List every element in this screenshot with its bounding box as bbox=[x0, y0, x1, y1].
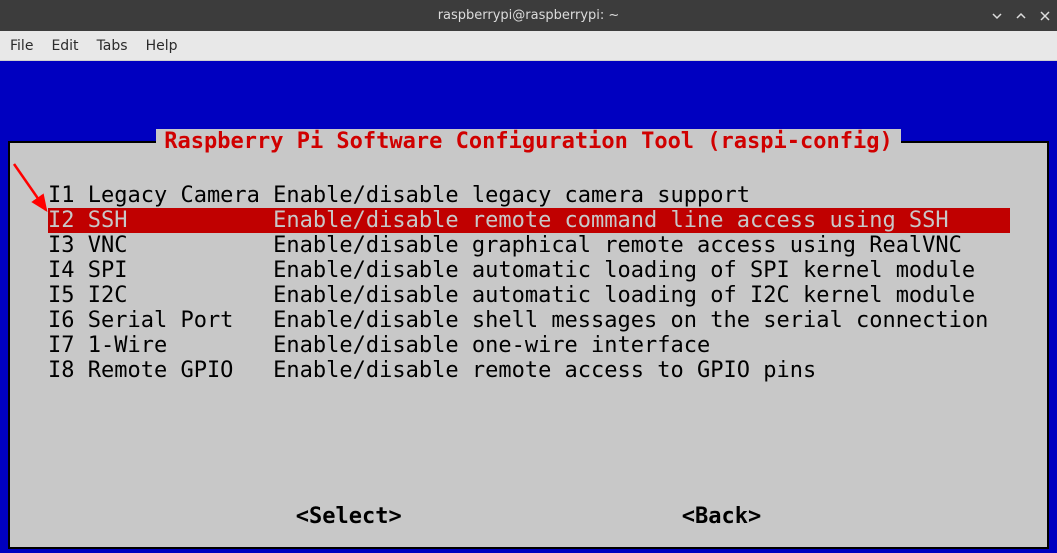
menu-item-i6[interactable]: I6 Serial Port Enable/disable shell mess… bbox=[48, 308, 1010, 333]
dialog-title-text: Raspberry Pi Software Configuration Tool… bbox=[156, 129, 900, 154]
window-titlebar: raspberrypi@raspberrypi: ~ bbox=[0, 0, 1057, 31]
back-button[interactable]: <Back> bbox=[682, 504, 761, 529]
menu-edit[interactable]: Edit bbox=[51, 38, 78, 54]
dialog-button-row: <Select> <Back> bbox=[10, 504, 1047, 529]
dialog-title: Raspberry Pi Software Configuration Tool… bbox=[10, 129, 1047, 154]
maximize-icon[interactable] bbox=[1015, 10, 1027, 22]
menu-item-i4[interactable]: I4 SPI Enable/disable automatic loading … bbox=[48, 258, 1010, 283]
menu-help[interactable]: Help bbox=[146, 38, 178, 54]
menu-tabs[interactable]: Tabs bbox=[97, 38, 128, 54]
terminal-viewport: Raspberry Pi Software Configuration Tool… bbox=[0, 61, 1057, 553]
menu-item-i1[interactable]: I1 Legacy Camera Enable/disable legacy c… bbox=[48, 183, 1010, 208]
menu-item-i8[interactable]: I8 Remote GPIO Enable/disable remote acc… bbox=[48, 358, 1010, 383]
close-icon[interactable] bbox=[1039, 10, 1051, 22]
menu-item-i2[interactable]: I2 SSH Enable/disable remote command lin… bbox=[48, 208, 1010, 233]
interface-options-list: I1 Legacy Camera Enable/disable legacy c… bbox=[48, 183, 1010, 383]
menu-item-i5[interactable]: I5 I2C Enable/disable automatic loading … bbox=[48, 283, 1010, 308]
minimize-icon[interactable] bbox=[991, 10, 1003, 22]
window-button-group bbox=[991, 10, 1051, 22]
raspi-config-dialog: Raspberry Pi Software Configuration Tool… bbox=[8, 141, 1049, 549]
menu-file[interactable]: File bbox=[10, 38, 33, 54]
menu-item-i7[interactable]: I7 1-Wire Enable/disable one-wire interf… bbox=[48, 333, 1010, 358]
window-title: raspberrypi@raspberrypi: ~ bbox=[438, 8, 620, 23]
select-button[interactable]: <Select> bbox=[296, 504, 402, 529]
terminal-menubar: File Edit Tabs Help bbox=[0, 31, 1057, 61]
menu-item-i3[interactable]: I3 VNC Enable/disable graphical remote a… bbox=[48, 233, 1010, 258]
